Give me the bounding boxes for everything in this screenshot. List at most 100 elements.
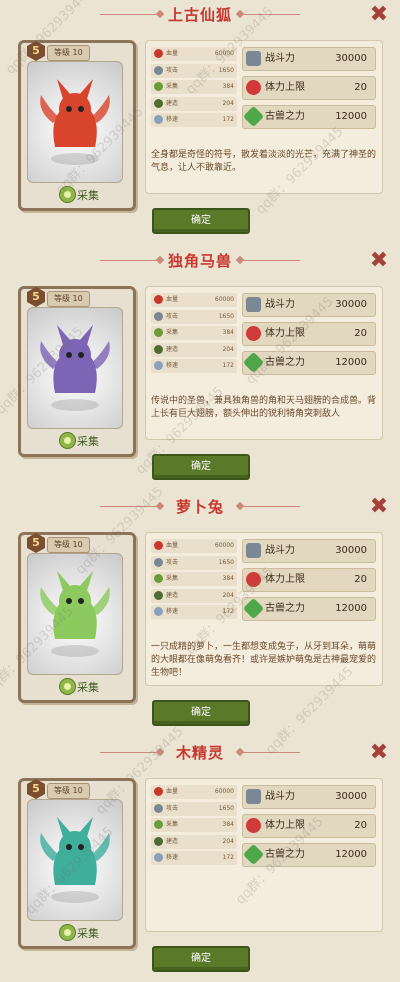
beast-description: 全身都是奇怪的符号，散发着淡淡的光芒，充满了神圣的气息，让人不敢靠近。 <box>151 150 377 173</box>
stat-list: 血量 60000 攻击 1650 采集 384 建造 204 移速 172 <box>151 785 237 868</box>
beast-portrait <box>27 799 123 921</box>
stat-row: 攻击 1650 <box>151 801 237 816</box>
leaf-icon <box>154 820 163 829</box>
stat-list: 血量 60000 攻击 1650 采集 384 建造 204 移速 172 <box>151 47 237 130</box>
close-icon[interactable]: ✖ <box>368 250 390 272</box>
stat-label: 建造 <box>166 591 179 599</box>
swords-icon <box>246 543 261 558</box>
beast-panel: 独角马兽 ✖ 5 等级 10 采集 血量 60000 攻击 1650 采集 38… <box>0 246 400 490</box>
power-stat-label: 古兽之力 <box>265 111 305 122</box>
sword-icon <box>154 803 163 813</box>
sword-icon <box>154 311 163 321</box>
leaf-icon <box>154 574 163 583</box>
confirm-button[interactable]: 确定 <box>152 946 250 972</box>
beast-card: 5 等级 10 采集 <box>18 778 136 949</box>
power-stat-row: 战斗力 30000 <box>242 293 376 317</box>
beast-portrait <box>27 553 123 675</box>
stat-label: 血量 <box>166 788 179 795</box>
panel-header: 独角马兽 ✖ <box>0 248 400 272</box>
stat-label: 攻击 <box>166 558 179 566</box>
power-stat-row: 古兽之力 12000 <box>242 351 376 375</box>
beast-name: 木精灵 <box>175 744 224 762</box>
power-stat-label: 战斗力 <box>265 545 295 556</box>
beast-panel: 上古仙狐 ✖ 5 等级 10 采集 血量 60000 攻击 1650 采集 38… <box>0 0 400 244</box>
stat-row: 建造 204 <box>151 834 237 849</box>
beast-portrait <box>27 61 123 183</box>
info-box: 血量 60000 攻击 1650 采集 384 建造 204 移速 172 战斗力 30000 体力上… <box>145 778 383 932</box>
stat-value: 60000 <box>214 542 234 549</box>
stat-value: 1650 <box>218 558 234 566</box>
power-stat-row: 战斗力 30000 <box>242 785 376 809</box>
stat-value: 172 <box>222 116 234 123</box>
boot-icon <box>154 361 163 370</box>
stat-row: 建造 204 <box>151 96 237 111</box>
star-badge: 5 <box>27 287 45 307</box>
confirm-button[interactable]: 确定 <box>152 454 250 480</box>
star-badge: 5 <box>27 41 45 61</box>
close-icon[interactable]: ✖ <box>368 742 390 764</box>
stat-row: 攻击 1650 <box>151 555 237 570</box>
stat-label: 攻击 <box>166 66 179 74</box>
stat-label: 移速 <box>166 854 179 861</box>
power-stat-label: 体力上限 <box>265 820 305 831</box>
boot-icon <box>154 115 163 124</box>
flower-icon <box>59 186 76 203</box>
boot-icon <box>154 607 163 616</box>
stat-value: 172 <box>222 854 234 861</box>
close-icon[interactable]: ✖ <box>368 496 390 518</box>
power-stat-label: 体力上限 <box>265 82 305 93</box>
confirm-button[interactable]: 确定 <box>152 700 250 726</box>
stat-value: 204 <box>222 345 234 353</box>
gem-icon <box>242 105 265 128</box>
title-ornament-right <box>240 260 300 261</box>
power-stat-value: 30000 <box>335 791 367 802</box>
stat-row: 采集 384 <box>151 572 237 586</box>
flower-icon <box>59 678 76 695</box>
stat-value: 384 <box>222 821 234 828</box>
stat-row: 移速 172 <box>151 359 237 373</box>
heart-icon <box>246 326 261 341</box>
confirm-button[interactable]: 确定 <box>152 208 250 234</box>
power-stats: 战斗力 30000 体力上限 20 古兽之力 12000 <box>242 293 376 380</box>
beast-image <box>40 817 110 903</box>
stat-row: 血量 60000 <box>151 293 237 307</box>
power-stat-row: 古兽之力 12000 <box>242 105 376 129</box>
stat-label: 采集 <box>166 821 179 828</box>
beast-card: 5 等级 10 采集 <box>18 532 136 703</box>
stat-value: 384 <box>222 575 234 582</box>
power-stat-value: 12000 <box>335 849 367 860</box>
beast-description: 传说中的圣兽，兼具独角兽的角和天马翅膀的合成兽。背上长有巨大翅膀，额头伸出的锐利… <box>151 396 377 419</box>
stat-value: 204 <box>222 837 234 845</box>
beast-panel: 木精灵 ✖ 5 等级 10 采集 血量 60000 攻击 1650 采集 384… <box>0 738 400 982</box>
close-icon[interactable]: ✖ <box>368 4 390 26</box>
power-stat-label: 古兽之力 <box>265 849 305 860</box>
stat-value: 60000 <box>214 296 234 303</box>
stat-row: 血量 60000 <box>151 785 237 799</box>
stat-row: 血量 60000 <box>151 539 237 553</box>
stat-list: 血量 60000 攻击 1650 采集 384 建造 204 移速 172 <box>151 539 237 622</box>
category-label: 采集 <box>77 189 99 202</box>
power-stat-value: 30000 <box>335 545 367 556</box>
gem-icon <box>242 843 265 866</box>
power-stat-row: 体力上限 20 <box>242 322 376 346</box>
level-tag: 等级 10 <box>47 537 90 553</box>
power-stat-label: 古兽之力 <box>265 603 305 614</box>
stat-value: 1650 <box>218 312 234 320</box>
stat-label: 采集 <box>166 83 179 90</box>
stat-label: 移速 <box>166 608 179 615</box>
stat-value: 1650 <box>218 66 234 74</box>
power-stats: 战斗力 30000 体力上限 20 古兽之力 12000 <box>242 47 376 134</box>
hammer-icon <box>154 590 163 600</box>
stat-label: 采集 <box>166 575 179 582</box>
stat-label: 移速 <box>166 116 179 123</box>
power-stat-label: 古兽之力 <box>265 357 305 368</box>
info-box: 血量 60000 攻击 1650 采集 384 建造 204 移速 172 战斗力 30000 体力上… <box>145 40 383 194</box>
stat-value: 204 <box>222 99 234 107</box>
info-box: 血量 60000 攻击 1650 采集 384 建造 204 移速 172 战斗力 30000 体力上… <box>145 532 383 686</box>
stat-label: 攻击 <box>166 804 179 812</box>
power-stat-value: 30000 <box>335 299 367 310</box>
power-stat-label: 体力上限 <box>265 574 305 585</box>
stat-list: 血量 60000 攻击 1650 采集 384 建造 204 移速 172 <box>151 293 237 376</box>
leaf-icon <box>154 328 163 337</box>
category-label: 采集 <box>77 927 99 940</box>
